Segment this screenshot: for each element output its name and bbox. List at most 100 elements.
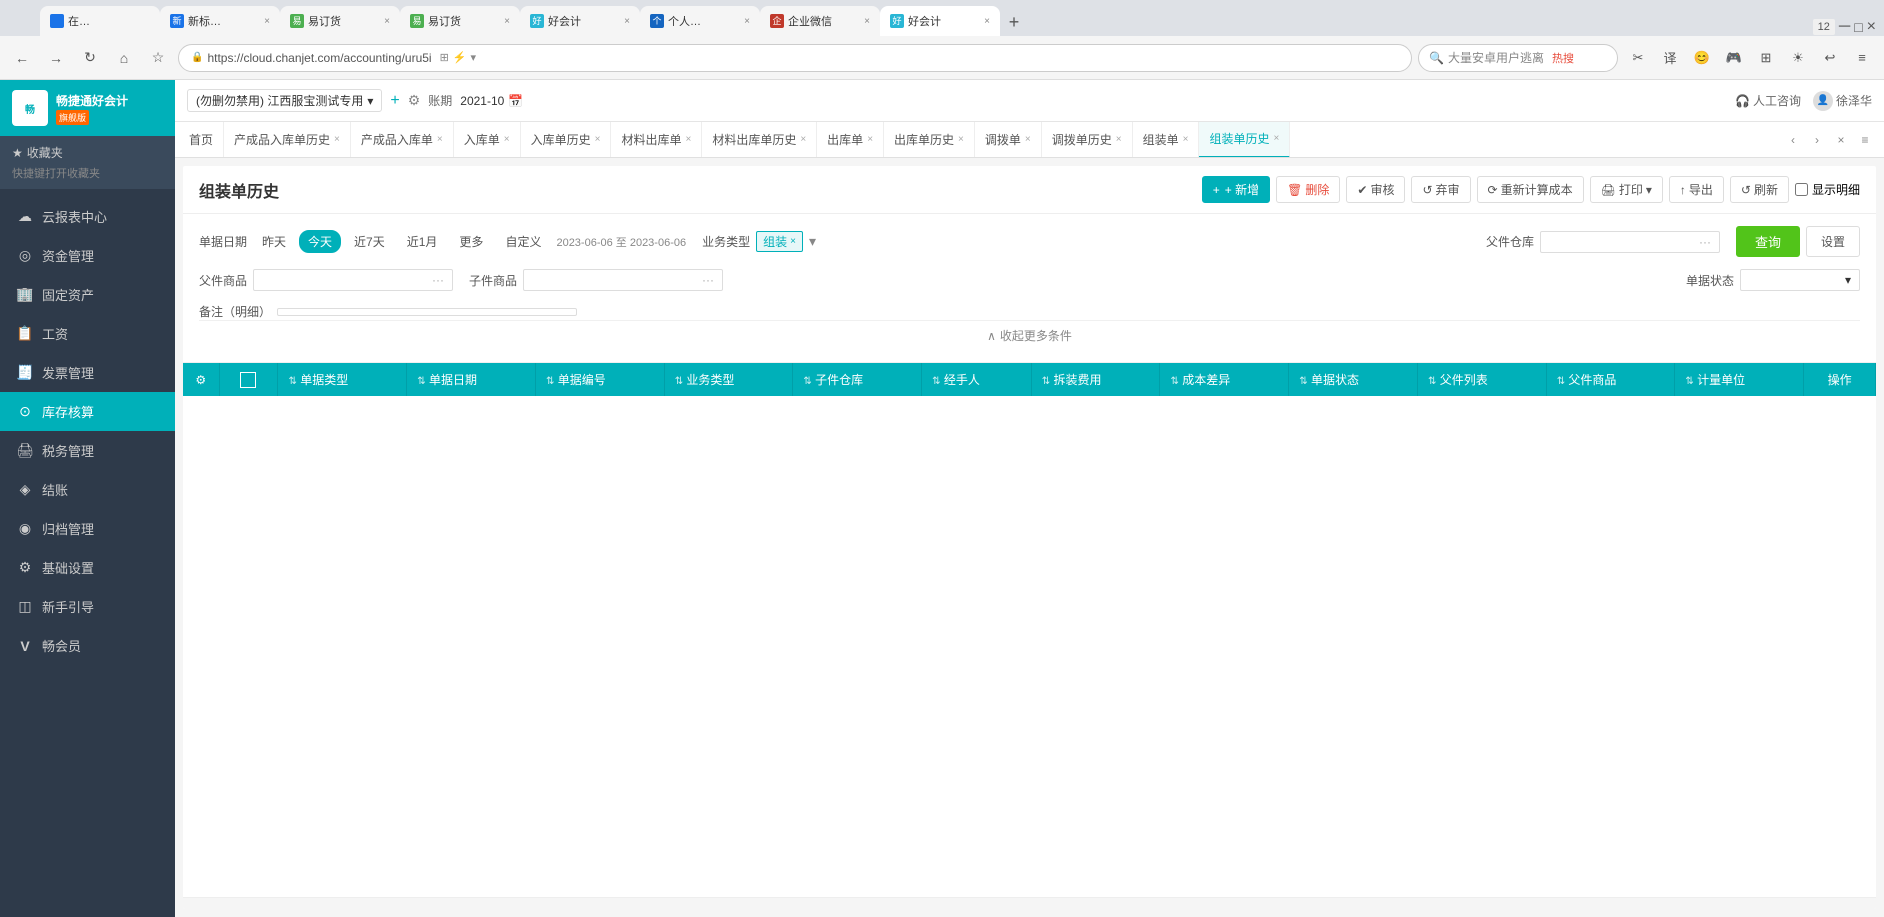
game-icon[interactable]: 🎮	[1720, 44, 1748, 72]
tab-5-close[interactable]: ×	[624, 16, 630, 27]
print-button[interactable]: 🖨 打印 ▾	[1590, 176, 1663, 203]
tab-in-order[interactable]: 入库单 ×	[454, 122, 521, 158]
brightness-icon[interactable]: ☀	[1784, 44, 1812, 72]
parent-warehouse-input[interactable]: ···	[1540, 231, 1720, 253]
tab-in-history-close[interactable]: ×	[595, 134, 601, 145]
date-btn-1month[interactable]: 近1月	[398, 230, 447, 253]
sidebar-item-cloud-report[interactable]: ☁ 云报表中心	[0, 197, 175, 236]
th-status[interactable]: ⇅ 单据状态	[1289, 363, 1418, 396]
back-button[interactable]: ←	[8, 44, 36, 72]
scissors-icon[interactable]: ✂	[1624, 44, 1652, 72]
tab-out-order[interactable]: 出库单 ×	[817, 122, 884, 158]
tab-prod-in-history-close[interactable]: ×	[334, 134, 340, 145]
user-profile[interactable]: 👤 徐泽华	[1813, 91, 1872, 111]
sidebar-item-inventory[interactable]: ⊙ 库存核算	[0, 392, 175, 431]
th-handler[interactable]: ⇅ 经手人	[922, 363, 1032, 396]
status-select[interactable]: ▾	[1740, 269, 1860, 291]
tab-in-history[interactable]: 入库单历史 ×	[521, 122, 612, 158]
tab-mat-out-close[interactable]: ×	[685, 134, 691, 145]
delete-button[interactable]: 🗑 删除	[1276, 176, 1340, 203]
sidebar-item-tax[interactable]: 🖨 税务管理	[0, 431, 175, 470]
date-btn-more[interactable]: 更多	[450, 230, 492, 253]
child-goods-input[interactable]: ···	[523, 269, 723, 291]
address-bar[interactable]: 🔒 https://cloud.chanjet.com/accounting/u…	[178, 44, 1412, 72]
refresh-button[interactable]: ↺ 刷新	[1730, 176, 1789, 203]
tab-8[interactable]: 好 好会计 ×	[880, 6, 1000, 36]
sidebar-item-fixed-assets[interactable]: 🏢 固定资产	[0, 275, 175, 314]
th-unit[interactable]: ⇅ 计量单位	[1675, 363, 1804, 396]
date-btn-custom[interactable]: 自定义	[496, 230, 550, 253]
tabs-prev-btn[interactable]: ‹	[1782, 129, 1804, 151]
date-btn-today[interactable]: 今天	[299, 230, 341, 253]
tab-3[interactable]: 易 易订货 ×	[280, 6, 400, 36]
forward-button[interactable]: →	[42, 44, 70, 72]
sidebar-item-salary[interactable]: 📋 工资	[0, 314, 175, 353]
tab-adjust[interactable]: 调拨单 ×	[975, 122, 1042, 158]
tab-7-close[interactable]: ×	[864, 16, 870, 27]
sidebar-item-fund-mgmt[interactable]: ◎ 资金管理	[0, 236, 175, 275]
sidebar-item-settlement[interactable]: ◈ 结账	[0, 470, 175, 509]
reload-button[interactable]: ↻	[76, 44, 104, 72]
unaudit-button[interactable]: ↺ 弃审	[1411, 176, 1470, 203]
date-btn-yesterday[interactable]: 昨天	[253, 230, 295, 253]
biz-type-dropdown[interactable]: ▾	[809, 233, 816, 250]
tab-out-history[interactable]: 出库单历史 ×	[884, 122, 975, 158]
tab-assembly-history-close[interactable]: ×	[1273, 133, 1279, 144]
company-selector[interactable]: (勿删勿禁用) 江西服宝测试专用 ▾	[187, 89, 382, 112]
date-btn-7days[interactable]: 近7天	[345, 230, 394, 253]
close-btn[interactable]: ×	[1867, 18, 1876, 36]
tab-4[interactable]: 易 易订货 ×	[400, 6, 520, 36]
tabs-close-btn[interactable]: ×	[1830, 129, 1852, 151]
sidebar-item-guide[interactable]: ◫ 新手引导	[0, 587, 175, 626]
tab-2-close[interactable]: ×	[264, 16, 270, 27]
select-all-checkbox[interactable]	[240, 372, 256, 388]
th-type[interactable]: ⇅ 单据类型	[278, 363, 407, 396]
sidebar-item-invoice[interactable]: 🧾 发票管理	[0, 353, 175, 392]
tab-6[interactable]: 个 个人… ×	[640, 6, 760, 36]
collapse-bar[interactable]: ∧ 收起更多条件	[199, 320, 1860, 350]
th-cost-diff[interactable]: ⇅ 成本差异	[1160, 363, 1289, 396]
query-button[interactable]: 查询	[1736, 226, 1800, 257]
home-button[interactable]: ⌂	[110, 44, 138, 72]
add-button[interactable]: + + 新增	[1202, 176, 1270, 203]
tab-prod-in[interactable]: 产成品入库单 ×	[351, 122, 454, 158]
tab-mat-out-history-close[interactable]: ×	[800, 134, 806, 145]
recalc-button[interactable]: ⟳ 重新计算成本	[1477, 176, 1584, 203]
undo-icon[interactable]: ↩	[1816, 44, 1844, 72]
tab-assembly-history[interactable]: 组装单历史 ×	[1199, 122, 1290, 158]
tab-assembly-close[interactable]: ×	[1183, 134, 1189, 145]
tab-out-order-close[interactable]: ×	[867, 134, 873, 145]
favorites-hint[interactable]: 快捷键打开收藏夹	[12, 165, 163, 181]
th-parent-goods[interactable]: ⇅ 父件商品	[1546, 363, 1675, 396]
sidebar-item-archive[interactable]: ◉ 归档管理	[0, 509, 175, 548]
emoji-icon[interactable]: 😊	[1688, 44, 1716, 72]
tab-adjust-close[interactable]: ×	[1025, 134, 1031, 145]
tab-4-close[interactable]: ×	[504, 16, 510, 27]
tab-prod-in-close[interactable]: ×	[437, 134, 443, 145]
tab-5[interactable]: 好 好会计 ×	[520, 6, 640, 36]
sidebar-item-basic[interactable]: ⚙ 基础设置	[0, 548, 175, 587]
period-value[interactable]: 2021-10 📅	[460, 94, 523, 108]
sidebar-item-member[interactable]: V 畅会员	[0, 626, 175, 665]
th-checkbox[interactable]	[219, 363, 278, 396]
minimize-btn[interactable]: ─	[1839, 18, 1850, 36]
tab-adjust-history-close[interactable]: ×	[1116, 134, 1122, 145]
tab-2[interactable]: 新 新标… ×	[160, 6, 280, 36]
tab-8-close[interactable]: ×	[984, 16, 990, 27]
tab-assembly[interactable]: 组装单 ×	[1133, 122, 1200, 158]
show-detail-checkbox[interactable]	[1795, 183, 1808, 196]
new-tab-button[interactable]: +	[1000, 8, 1028, 36]
menu-icon[interactable]: ≡	[1848, 44, 1876, 72]
export-button[interactable]: ↑ 导出	[1669, 176, 1724, 203]
bookmark-button[interactable]: ☆	[144, 44, 172, 72]
maximize-btn[interactable]: □	[1854, 19, 1862, 35]
th-settings[interactable]: ⚙	[183, 363, 219, 396]
th-biz-type[interactable]: ⇅ 业务类型	[664, 363, 793, 396]
tab-adjust-history[interactable]: 调拨单历史 ×	[1042, 122, 1133, 158]
search-bar[interactable]: 🔍 大量安卓用户逃离 热搜	[1418, 44, 1618, 72]
translate-icon[interactable]: 译	[1656, 44, 1684, 72]
address-menu-icon[interactable]: ⊞	[440, 51, 449, 64]
tab-6-close[interactable]: ×	[744, 16, 750, 27]
tabs-more-btn[interactable]: ≡	[1854, 129, 1876, 151]
table-settings-icon[interactable]: ⚙	[195, 373, 206, 387]
